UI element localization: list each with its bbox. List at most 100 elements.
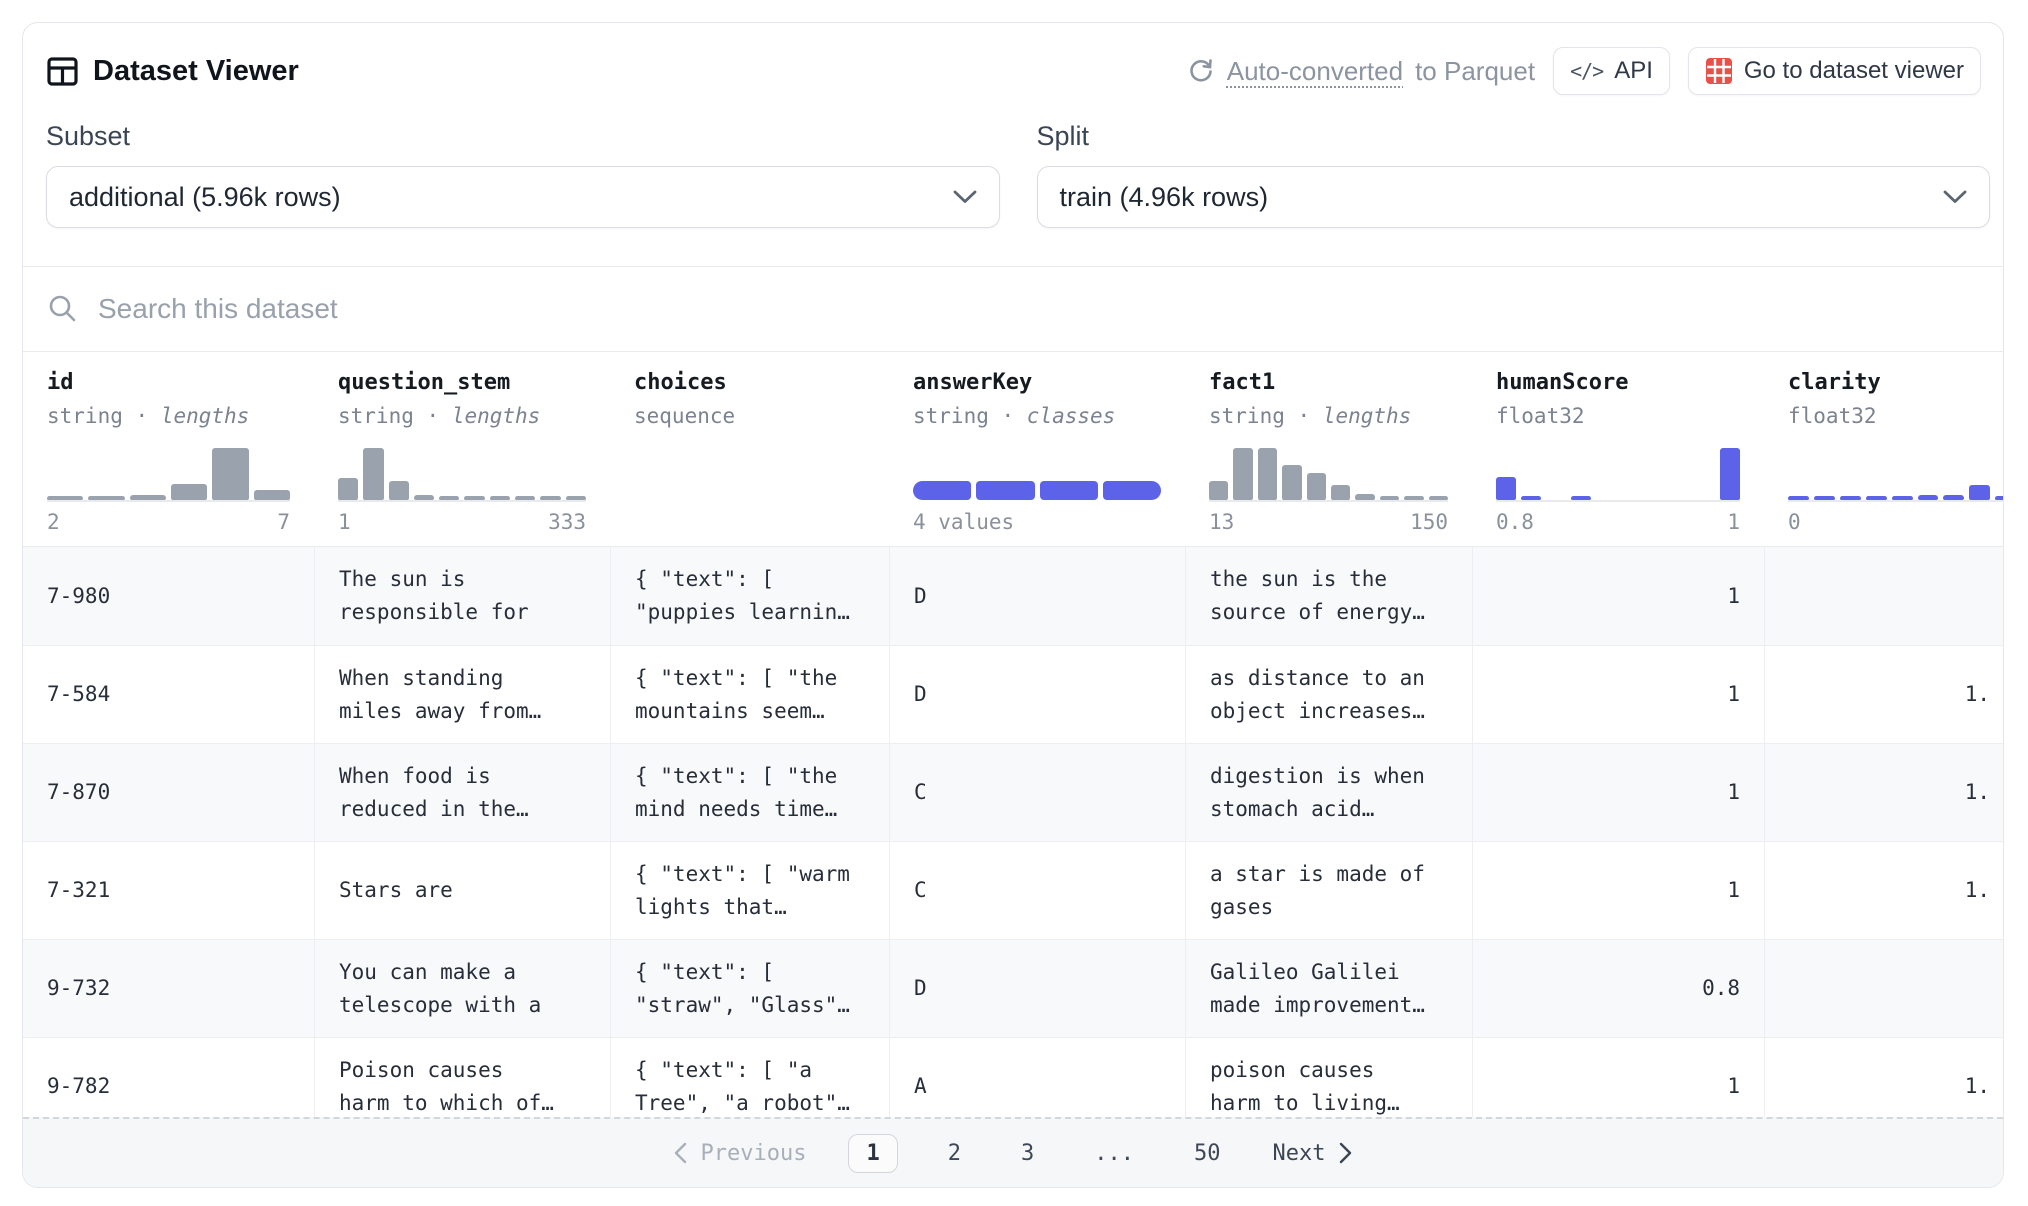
cell-id: 7-870 <box>23 744 314 841</box>
cell-question_stem: Poison causes harm to which of… <box>314 1038 610 1124</box>
histogram-bar <box>1331 485 1350 500</box>
column-histogram <box>338 444 586 502</box>
column-header-clarity: clarityfloat320 <box>1764 370 2004 534</box>
cell-id: 9-782 <box>23 1038 314 1124</box>
column-histogram <box>1496 444 1740 502</box>
column-header-answerKey: answerKeystring · classes4 values <box>889 370 1185 534</box>
column-type: sequence <box>634 404 865 428</box>
cell-fact1: poison causes harm to living… <box>1185 1038 1472 1124</box>
column-name: id <box>47 370 290 395</box>
subset-select[interactable]: additional (5.96k rows) <box>46 166 1000 228</box>
config-selectors: Subset additional (5.96k rows) Split tra… <box>23 99 2003 228</box>
split-select-value: train (4.96k rows) <box>1060 182 1269 213</box>
cell-question_stem: You can make a telescope with a <box>314 940 610 1037</box>
column-histogram <box>1209 444 1448 502</box>
code-icon: </> <box>1570 59 1603 83</box>
subset-selector: Subset additional (5.96k rows) <box>46 109 1000 228</box>
cell-question_stem: When food is reduced in the… <box>314 744 610 841</box>
page-button-2[interactable]: 2 <box>938 1135 971 1172</box>
cell-clarity: 1. <box>1764 842 2004 939</box>
auto-converted-link[interactable]: Auto-converted <box>1227 56 1403 87</box>
table-icon <box>47 56 78 87</box>
histogram-range-labels: 0 <box>1788 510 1990 534</box>
topbar-actions: Auto-converted to Parquet </> API G <box>1187 47 1981 95</box>
column-name: clarity <box>1788 370 1990 395</box>
previous-button[interactable]: Previous <box>674 1141 807 1166</box>
cell-id: 9-732 <box>23 940 314 1037</box>
cell-humanScore: 0.8 <box>1472 940 1764 1037</box>
search-row <box>23 266 2003 351</box>
cell-fact1: digestion is when stomach acid… <box>1185 744 1472 841</box>
histogram-bar <box>363 448 383 500</box>
topbar: Dataset Viewer Auto-converted to Parquet… <box>23 23 2003 99</box>
api-button-label: API <box>1614 57 1653 85</box>
histogram-bar <box>1429 496 1448 500</box>
column-histogram <box>47 444 290 502</box>
cell-id: 7-584 <box>23 646 314 743</box>
split-label: Split <box>1037 121 1991 152</box>
histogram-bar <box>1258 448 1277 500</box>
search-input[interactable] <box>96 292 1300 326</box>
histogram-bar <box>1355 494 1374 500</box>
cell-id: 7-321 <box>23 842 314 939</box>
cell-answerKey: C <box>889 842 1185 939</box>
histogram-range-labels: 0.81 <box>1496 510 1740 534</box>
parquet-note: to Parquet <box>1415 56 1535 87</box>
column-type: string · lengths <box>338 404 586 428</box>
subset-select-value: additional (5.96k rows) <box>69 182 341 213</box>
histogram-bar <box>1404 496 1423 500</box>
split-selector: Split train (4.96k rows) <box>1037 109 1991 228</box>
api-button[interactable]: </> API <box>1553 47 1670 95</box>
cell-clarity: 1. <box>1764 744 2004 841</box>
cell-clarity: 1. <box>1764 646 2004 743</box>
column-type: string · lengths <box>47 404 290 428</box>
histogram-bar <box>566 496 586 500</box>
page-button-50[interactable]: 50 <box>1184 1135 1231 1172</box>
goto-dataset-viewer-button[interactable]: Go to dataset viewer <box>1688 47 1981 95</box>
page-button-1[interactable]: 1 <box>848 1134 897 1173</box>
column-header-id: idstring · lengths27 <box>23 370 314 534</box>
column-histogram <box>634 444 865 502</box>
histogram-bar <box>464 496 484 500</box>
histogram-bar <box>338 478 358 500</box>
histogram-bar <box>1307 473 1326 500</box>
cell-fact1: Galileo Galilei made improvement… <box>1185 940 1472 1037</box>
histogram-bar <box>1209 481 1228 500</box>
chevron-down-icon <box>1943 190 1967 204</box>
table-header-row: idstring · lengths27question_stemstring … <box>23 351 2004 547</box>
table-row: 9-782Poison causes harm to which of…{ "t… <box>23 1037 2004 1124</box>
histogram-bar <box>1918 495 1939 500</box>
search-icon <box>47 293 79 325</box>
cell-humanScore: 1 <box>1472 842 1764 939</box>
column-header-humanScore: humanScorefloat320.81 <box>1472 370 1764 534</box>
table-body: 7-980The sun is responsible for{ "text":… <box>23 547 2004 1124</box>
histogram-bar <box>1521 496 1541 500</box>
class-pill <box>913 481 1161 500</box>
histogram-bar <box>1788 496 1809 500</box>
page-button-3[interactable]: 3 <box>1011 1135 1044 1172</box>
chevron-down-icon <box>953 190 977 204</box>
column-name: humanScore <box>1496 370 1740 395</box>
refresh-icon <box>1187 57 1215 85</box>
table-row: 7-870When food is reduced in the…{ "text… <box>23 743 2004 841</box>
split-select[interactable]: train (4.96k rows) <box>1037 166 1991 228</box>
next-button[interactable]: Next <box>1272 1141 1352 1166</box>
histogram-bar <box>540 496 560 500</box>
cell-fact1: the sun is the source of energy… <box>1185 547 1472 645</box>
cell-humanScore: 1 <box>1472 744 1764 841</box>
column-header-fact1: fact1string · lengths13150 <box>1185 370 1472 534</box>
column-header-choices: choicessequence <box>610 370 889 534</box>
cell-question_stem: The sun is responsible for <box>314 547 610 645</box>
cell-question_stem: Stars are <box>314 842 610 939</box>
histogram-bar <box>254 490 290 500</box>
histogram-bar <box>171 484 207 500</box>
histogram-bar <box>1571 496 1591 500</box>
cell-clarity <box>1764 547 2004 645</box>
cell-answerKey: D <box>889 646 1185 743</box>
histogram-bar <box>515 496 535 500</box>
histogram-bar <box>1282 465 1301 500</box>
pagination: Previous 123...50 Next <box>23 1117 2003 1187</box>
table-row: 7-584When standing miles away from…{ "te… <box>23 645 2004 743</box>
cell-choices: { "text": [ "a Tree", "a robot"… <box>610 1038 889 1124</box>
grid-icon <box>1705 57 1733 85</box>
